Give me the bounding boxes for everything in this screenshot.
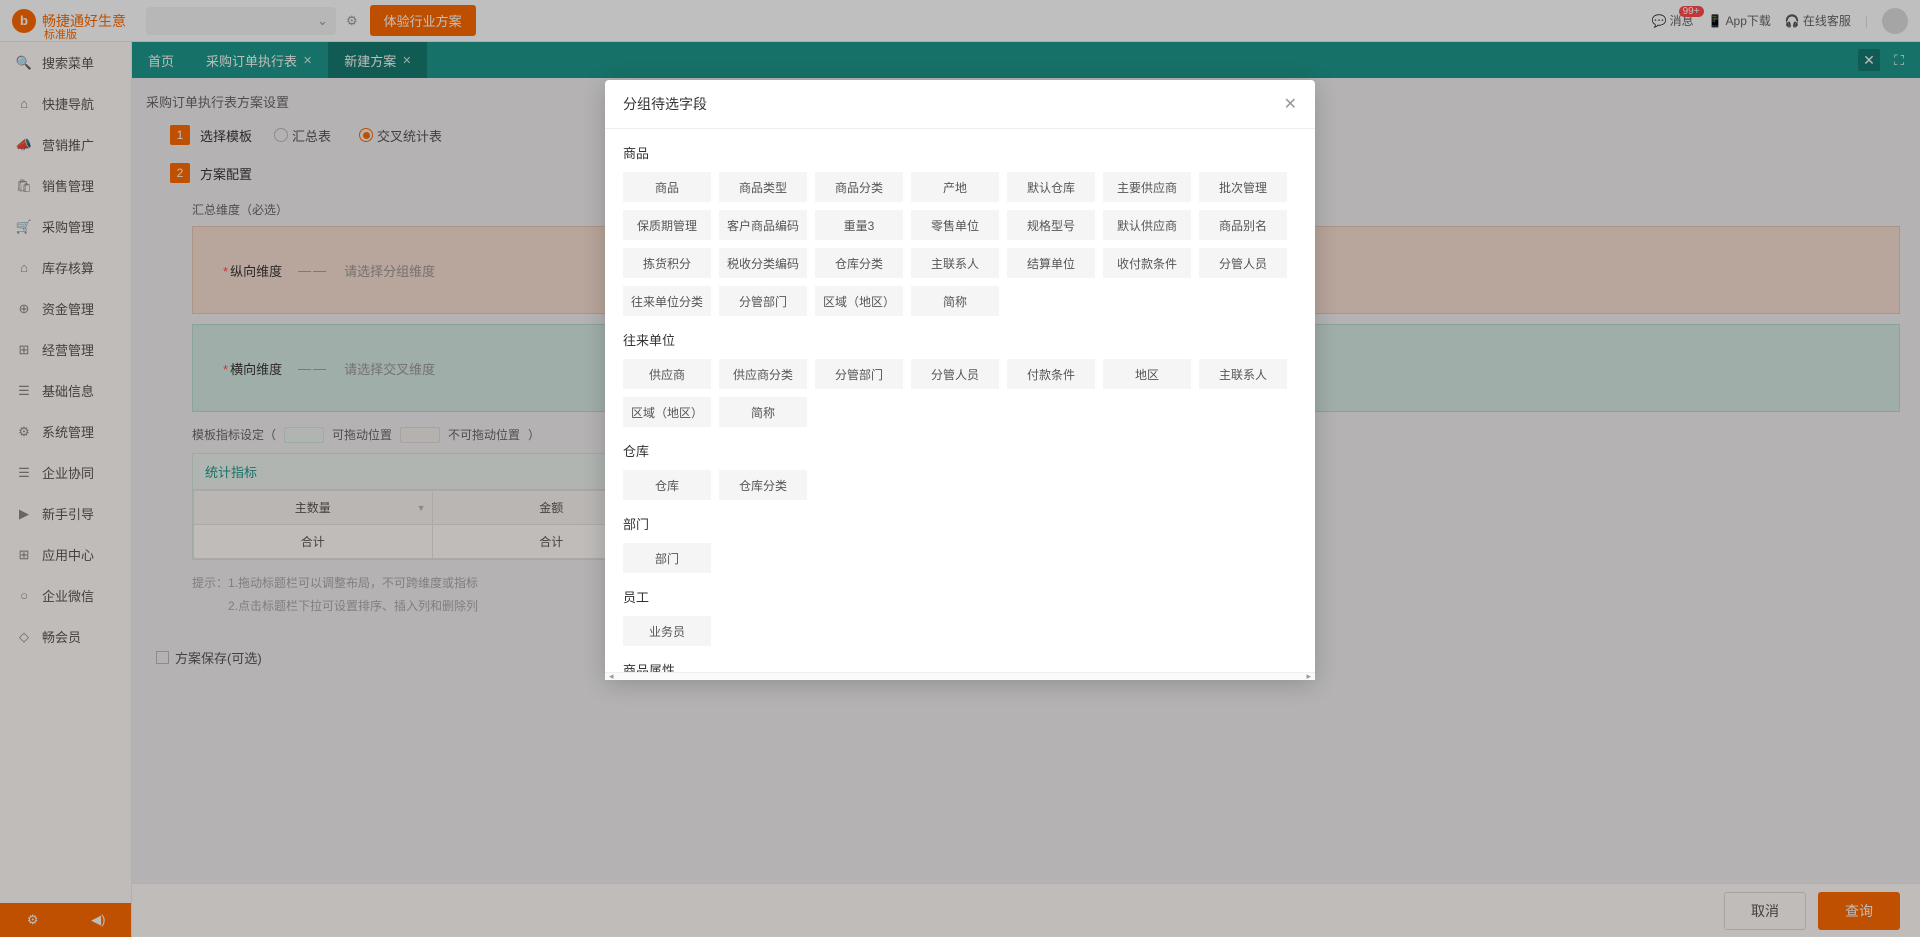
field-chip[interactable]: 分管部门 xyxy=(815,359,903,389)
field-group-5: 商品属性属性颜色多规格尺码鞋码1 xyxy=(623,660,1297,672)
field-chip[interactable]: 供应商分类 xyxy=(719,359,807,389)
field-chip[interactable]: 收付款条件 xyxy=(1103,248,1191,278)
field-chip[interactable]: 部门 xyxy=(623,543,711,573)
field-chip[interactable]: 仓库分类 xyxy=(815,248,903,278)
field-chip[interactable]: 商品 xyxy=(623,172,711,202)
field-chip[interactable]: 分管人员 xyxy=(1199,248,1287,278)
field-chip[interactable]: 零售单位 xyxy=(911,210,999,240)
field-chip[interactable]: 业务员 xyxy=(623,616,711,646)
chip-row: 商品商品类型商品分类产地默认仓库主要供应商批次管理保质期管理客户商品编码重量3 零… xyxy=(623,172,1297,316)
field-chip[interactable]: 结算单位 xyxy=(1007,248,1095,278)
modal-header: 分组待选字段 ✕ xyxy=(605,80,1315,129)
field-chip[interactable]: 简称 xyxy=(911,286,999,316)
field-chip[interactable]: 拣货积分 xyxy=(623,248,711,278)
modal-title: 分组待选字段 xyxy=(623,94,707,114)
field-chip[interactable]: 分管部门 xyxy=(719,286,807,316)
field-chip[interactable]: 税收分类编码 xyxy=(719,248,807,278)
field-chip[interactable]: 重量3 xyxy=(815,210,903,240)
field-group-title: 仓库 xyxy=(623,441,1297,460)
field-chip[interactable]: 客户商品编码 xyxy=(719,210,807,240)
field-group-title: 商品属性 xyxy=(623,660,1297,672)
field-chip[interactable]: 仓库 xyxy=(623,470,711,500)
close-icon[interactable]: ✕ xyxy=(1284,94,1297,114)
chip-row: 仓库仓库分类 xyxy=(623,470,1297,500)
field-group-2: 仓库仓库仓库分类 xyxy=(623,441,1297,500)
chip-row: 部门 xyxy=(623,543,1297,573)
modal-mask[interactable]: 分组待选字段 ✕ 商品商品商品类型商品分类产地默认仓库主要供应商批次管理保质期管… xyxy=(0,0,1920,937)
chip-row: 业务员 xyxy=(623,616,1297,646)
field-group-0: 商品商品商品类型商品分类产地默认仓库主要供应商批次管理保质期管理客户商品编码重量… xyxy=(623,143,1297,316)
field-chip[interactable]: 商品分类 xyxy=(815,172,903,202)
field-group-4: 员工业务员 xyxy=(623,587,1297,646)
field-chip[interactable]: 付款条件 xyxy=(1007,359,1095,389)
modal-body[interactable]: 商品商品商品类型商品分类产地默认仓库主要供应商批次管理保质期管理客户商品编码重量… xyxy=(605,129,1315,672)
field-chip[interactable]: 区域（地区） xyxy=(815,286,903,316)
field-picker-modal: 分组待选字段 ✕ 商品商品商品类型商品分类产地默认仓库主要供应商批次管理保质期管… xyxy=(605,80,1315,680)
field-chip[interactable]: 规格型号 xyxy=(1007,210,1095,240)
field-chip[interactable]: 默认仓库 xyxy=(1007,172,1095,202)
field-group-title: 商品 xyxy=(623,143,1297,162)
field-chip[interactable]: 分管人员 xyxy=(911,359,999,389)
field-chip[interactable]: 简称 xyxy=(719,397,807,427)
field-chip[interactable]: 主联系人 xyxy=(1199,359,1287,389)
field-chip[interactable]: 往来单位分类 xyxy=(623,286,711,316)
field-group-title: 往来单位 xyxy=(623,330,1297,349)
field-chip[interactable]: 地区 xyxy=(1103,359,1191,389)
field-chip[interactable]: 区域（地区） xyxy=(623,397,711,427)
field-chip[interactable]: 供应商 xyxy=(623,359,711,389)
field-group-3: 部门部门 xyxy=(623,514,1297,573)
chip-row: 供应商供应商分类分管部门分管人员付款条件地区主联系人区域（地区） 简称 xyxy=(623,359,1297,427)
field-chip[interactable]: 主要供应商 xyxy=(1103,172,1191,202)
field-group-title: 员工 xyxy=(623,587,1297,606)
field-chip[interactable]: 保质期管理 xyxy=(623,210,711,240)
modal-hscroll[interactable] xyxy=(605,672,1315,680)
field-group-1: 往来单位供应商供应商分类分管部门分管人员付款条件地区主联系人区域（地区） 简称 xyxy=(623,330,1297,427)
field-chip[interactable]: 批次管理 xyxy=(1199,172,1287,202)
field-chip[interactable]: 商品别名 xyxy=(1199,210,1287,240)
field-chip[interactable]: 产地 xyxy=(911,172,999,202)
field-chip[interactable]: 仓库分类 xyxy=(719,470,807,500)
field-chip[interactable]: 主联系人 xyxy=(911,248,999,278)
field-chip[interactable]: 商品类型 xyxy=(719,172,807,202)
field-group-title: 部门 xyxy=(623,514,1297,533)
field-chip[interactable]: 默认供应商 xyxy=(1103,210,1191,240)
